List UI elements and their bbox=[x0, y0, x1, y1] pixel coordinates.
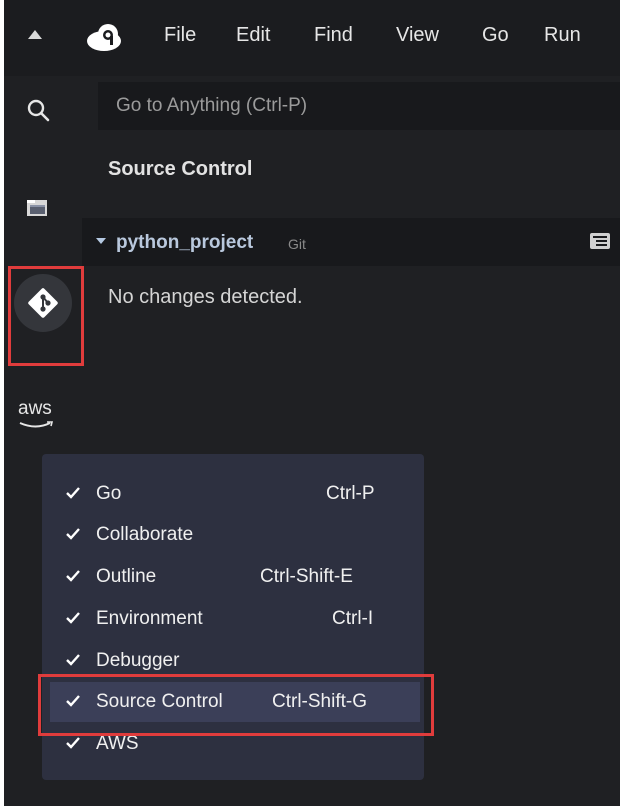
menu-item-go[interactable]: Go Ctrl-P bbox=[50, 474, 420, 514]
menu-item-aws[interactable]: AWS bbox=[50, 724, 420, 764]
folder-icon[interactable] bbox=[26, 198, 48, 218]
menu-item-label: Collaborate bbox=[96, 524, 194, 545]
checkmark-icon bbox=[66, 695, 80, 707]
menu-item-label: Debugger bbox=[96, 650, 180, 671]
menu-view[interactable]: View bbox=[396, 24, 439, 47]
menu-bar: File Edit Find View Go Run bbox=[4, 0, 620, 76]
panel-title: Source Control bbox=[108, 158, 253, 180]
repo-menu-icon[interactable] bbox=[590, 232, 610, 250]
menu-item-shortcut: Ctrl-I bbox=[332, 608, 374, 629]
menu-item-shortcut: Ctrl-P bbox=[326, 483, 375, 504]
search-icon[interactable] bbox=[26, 98, 50, 122]
menu-item-source-control[interactable]: Source Control Ctrl-Shift-G bbox=[50, 682, 420, 722]
menu-item-environment[interactable]: Environment Ctrl-I bbox=[50, 599, 420, 639]
menu-file[interactable]: File bbox=[164, 24, 196, 47]
expand-caret-icon[interactable] bbox=[96, 238, 106, 244]
checkmark-icon bbox=[66, 487, 80, 499]
menu-run[interactable]: Run bbox=[544, 24, 581, 47]
repo-name: python_project bbox=[116, 232, 254, 253]
go-to-anything-input[interactable]: Go to Anything (Ctrl-P) bbox=[98, 82, 620, 130]
checkmark-icon bbox=[66, 612, 80, 624]
checkmark-icon bbox=[66, 737, 80, 749]
ide-window: File Edit Find View Go Run aws Go to Any… bbox=[4, 0, 620, 806]
menu-item-collaborate[interactable]: Collaborate bbox=[50, 515, 420, 555]
repo-vcs-label: Git bbox=[288, 236, 306, 252]
repo-header[interactable]: python_project Git bbox=[82, 218, 620, 266]
menu-go[interactable]: Go bbox=[482, 24, 509, 47]
checkmark-icon bbox=[66, 654, 80, 666]
menu-find[interactable]: Find bbox=[314, 24, 353, 47]
menu-edit[interactable]: Edit bbox=[236, 24, 270, 47]
status-message: No changes detected. bbox=[108, 286, 303, 308]
aws-icon-label: aws bbox=[18, 398, 52, 419]
menu-item-shortcut: Ctrl-Shift-E bbox=[260, 566, 353, 587]
source-control-button[interactable] bbox=[14, 274, 72, 332]
panels-context-menu: Go Ctrl-P Collaborate Outline Ctrl-Shift… bbox=[42, 454, 424, 780]
aws-smile-icon bbox=[19, 421, 54, 428]
menu-item-label: Go bbox=[96, 483, 122, 504]
menu-item-label: Environment bbox=[96, 608, 203, 629]
aws-icon[interactable]: aws bbox=[18, 398, 54, 428]
menu-item-label: AWS bbox=[96, 733, 139, 754]
cloud9-logo-icon bbox=[87, 24, 121, 51]
git-icon bbox=[28, 288, 58, 318]
menu-item-label: Outline bbox=[96, 566, 157, 587]
checkmark-icon bbox=[66, 528, 80, 540]
menu-item-debugger[interactable]: Debugger bbox=[50, 641, 420, 681]
menu-item-outline[interactable]: Outline Ctrl-Shift-E bbox=[50, 557, 420, 597]
menu-item-label: Source Control bbox=[96, 691, 223, 712]
menu-item-shortcut: Ctrl-Shift-G bbox=[272, 691, 367, 712]
checkmark-icon bbox=[66, 570, 80, 582]
collapse-menu-icon[interactable] bbox=[28, 30, 42, 39]
